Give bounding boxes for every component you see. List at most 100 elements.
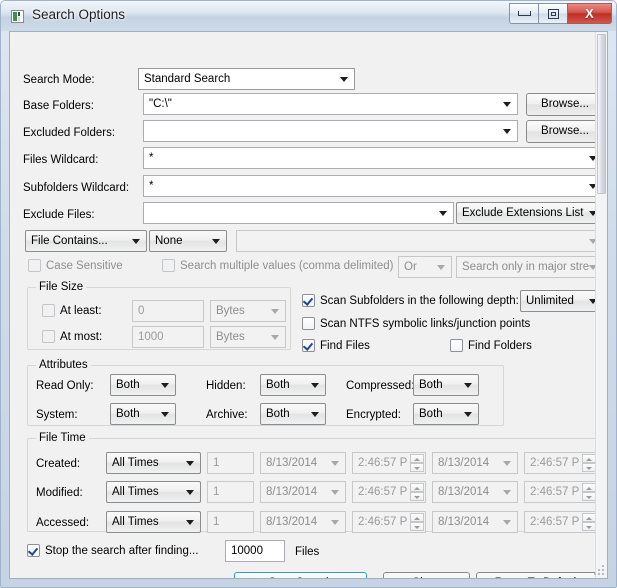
compressed-combo[interactable]: Both <box>413 374 479 396</box>
accessed-mode-value: All Times <box>112 516 159 528</box>
stop-search-label: Stop the search after finding... <box>45 545 199 557</box>
resize-grip[interactable] <box>592 563 606 577</box>
hidden-value: Both <box>266 379 290 391</box>
excluded-folders-browse-button[interactable]: Browse... <box>526 120 596 143</box>
encoding-value: None <box>155 235 183 247</box>
excluded-folders-label: Excluded Folders: <box>23 127 116 139</box>
modified-date-from[interactable]: 8/13/2014 <box>260 481 346 503</box>
encrypted-value: Both <box>419 408 443 420</box>
close-dialog-button[interactable]: Close <box>383 572 470 578</box>
at-least-value-input[interactable]: 0 <box>132 300 204 322</box>
chevron-down-icon <box>503 490 511 495</box>
accessed-date-to[interactable]: 8/13/2014 <box>432 511 518 533</box>
modified-mode-value: All Times <box>112 486 159 498</box>
hidden-combo[interactable]: Both <box>260 374 326 396</box>
accessed-time-to[interactable]: 2:46:57 P <box>524 511 596 533</box>
at-most-checkbox[interactable] <box>42 330 55 343</box>
created-date-from[interactable]: 8/13/2014 <box>260 452 346 474</box>
chevron-down-icon <box>271 309 279 314</box>
chevron-down-icon <box>464 412 472 417</box>
base-folders-browse-button[interactable]: Browse... <box>526 93 596 116</box>
exclude-files-combo[interactable] <box>143 202 454 224</box>
modified-date-to[interactable]: 8/13/2014 <box>432 481 518 503</box>
created-date-from-value: 8/13/2014 <box>266 457 318 469</box>
created-time-to[interactable]: 2:46:57 P <box>524 452 596 474</box>
close-button[interactable]: X <box>567 3 612 24</box>
chevron-down-icon <box>437 265 445 270</box>
modified-time-from-spinner[interactable] <box>410 483 424 501</box>
modified-amount-input[interactable]: 1 <box>207 481 254 503</box>
dialog-content: Search Mode: Standard Search Base Folder… <box>10 32 596 578</box>
created-time-from[interactable]: 2:46:57 P <box>352 452 426 474</box>
accessed-time-from[interactable]: 2:46:57 P <box>352 511 426 533</box>
archive-combo[interactable]: Both <box>260 403 326 425</box>
accessed-time-from-spinner[interactable] <box>410 513 424 531</box>
modified-mode-combo[interactable]: All Times <box>106 481 201 503</box>
files-label: Files <box>295 546 320 558</box>
streams-combo[interactable]: Search only in major stre <box>456 256 596 278</box>
chevron-down-icon <box>161 383 169 388</box>
base-folders-combo[interactable]: "C:\" <box>143 93 518 115</box>
created-time-from-value: 2:46:57 P <box>358 457 408 469</box>
operator-combo[interactable]: Or <box>398 256 452 278</box>
scan-subfolders-checkbox[interactable] <box>302 294 315 307</box>
encrypted-combo[interactable]: Both <box>413 403 479 425</box>
reset-to-default-button[interactable]: Reset To Default <box>476 572 596 578</box>
streams-value: Search only in major stre <box>462 261 590 273</box>
dialog-client-area: Search Mode: Standard Search Base Folder… <box>9 31 608 579</box>
encrypted-label: Encrypted: <box>346 409 401 421</box>
find-folders-checkbox[interactable] <box>450 339 463 352</box>
base-folders-label: Base Folders: <box>23 100 94 112</box>
search-multiple-values-checkbox[interactable] <box>162 259 175 272</box>
start-search-button[interactable]: Start Search <box>234 572 367 578</box>
minimize-button[interactable] <box>509 3 538 24</box>
accessed-amount-input[interactable]: 1 <box>207 511 254 533</box>
at-most-unit-combo[interactable]: Bytes <box>210 326 286 348</box>
accessed-date-from[interactable]: 8/13/2014 <box>260 511 346 533</box>
created-time-from-spinner[interactable] <box>410 454 424 472</box>
file-time-group-title: File Time <box>36 432 89 444</box>
hidden-label: Hidden: <box>206 380 246 392</box>
maximize-button[interactable] <box>538 3 567 24</box>
chevron-down-icon <box>439 211 447 216</box>
accessed-time-to-value: 2:46:57 P <box>530 516 580 528</box>
scan-depth-combo[interactable]: Unlimited <box>520 290 596 312</box>
chevron-down-icon <box>331 461 339 466</box>
contains-text-combo[interactable] <box>236 230 596 252</box>
exclude-extensions-list-button[interactable]: Exclude Extensions List <box>456 202 596 224</box>
accessed-date-from-value: 8/13/2014 <box>266 516 318 528</box>
find-files-checkbox[interactable] <box>302 339 315 352</box>
system-combo[interactable]: Both <box>110 403 176 425</box>
read-only-combo[interactable]: Both <box>110 374 176 396</box>
at-least-unit-combo[interactable]: Bytes <box>210 300 286 322</box>
accessed-mode-combo[interactable]: All Times <box>106 511 201 533</box>
stop-search-checkbox[interactable] <box>27 544 40 557</box>
vertical-scrollbar[interactable] <box>595 32 607 578</box>
modified-time-to-spinner[interactable] <box>582 483 596 501</box>
case-sensitive-checkbox[interactable] <box>28 259 41 272</box>
at-least-checkbox[interactable] <box>42 304 55 317</box>
search-mode-value: Standard Search <box>144 73 231 85</box>
accessed-time-to-spinner[interactable] <box>582 513 596 531</box>
modified-time-from[interactable]: 2:46:57 P <box>352 481 426 503</box>
file-contains-combo[interactable]: File Contains... <box>25 230 147 252</box>
excluded-folders-combo[interactable] <box>143 120 518 142</box>
encoding-combo[interactable]: None <box>149 230 227 252</box>
scrollbar-thumb[interactable] <box>597 34 606 194</box>
search-mode-combo[interactable]: Standard Search <box>138 68 355 90</box>
modified-time-from-value: 2:46:57 P <box>358 486 408 498</box>
subfolders-wildcard-combo[interactable]: * <box>143 175 596 197</box>
scan-ntfs-checkbox[interactable] <box>302 317 315 330</box>
title-bar[interactable]: Search Options X <box>1 1 616 31</box>
at-most-value-input[interactable]: 1000 <box>132 326 204 348</box>
created-amount-input[interactable]: 1 <box>207 452 254 474</box>
chevron-down-icon <box>186 520 194 525</box>
file-size-group-title: File Size <box>36 281 87 293</box>
created-date-to[interactable]: 8/13/2014 <box>432 452 518 474</box>
stop-count-input[interactable]: 10000 <box>225 540 285 562</box>
modified-time-to[interactable]: 2:46:57 P <box>524 481 596 503</box>
read-only-value: Both <box>116 379 140 391</box>
created-mode-combo[interactable]: All Times <box>106 452 201 474</box>
created-time-to-spinner[interactable] <box>582 454 596 472</box>
files-wildcard-combo[interactable]: * <box>143 147 596 169</box>
